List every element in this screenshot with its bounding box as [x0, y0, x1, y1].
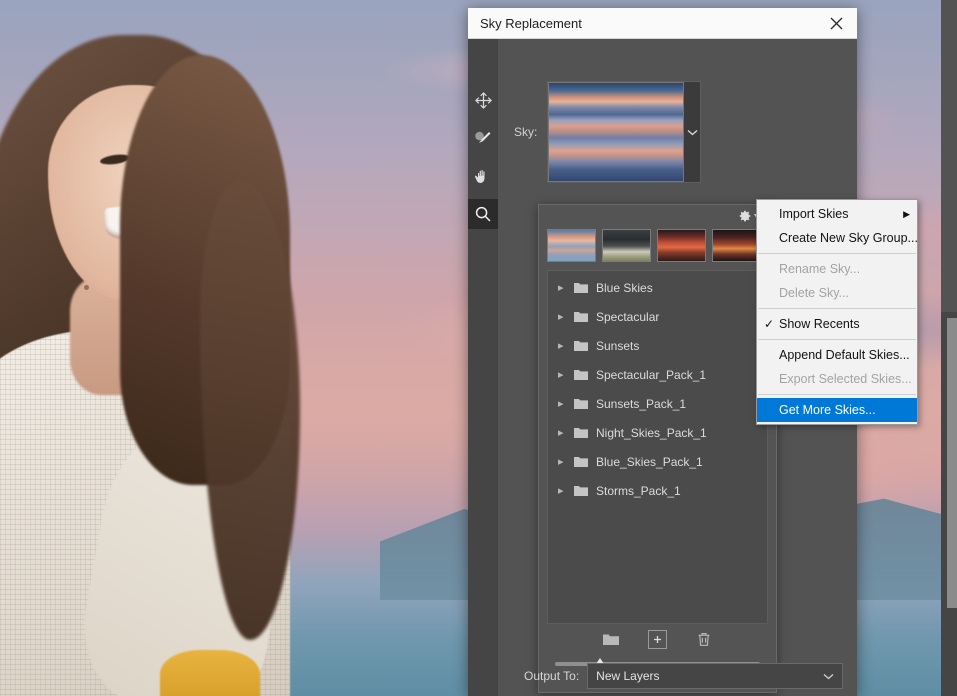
menu-separator — [758, 394, 916, 395]
chevron-right-icon[interactable]: ▸ — [558, 339, 566, 352]
menu-item-label: Create New Sky Group... — [779, 231, 918, 245]
output-to-select[interactable]: New Layers — [587, 663, 843, 689]
chevron-down-icon[interactable] — [684, 82, 701, 182]
menu-item-get-more-skies[interactable]: Get More Skies... — [757, 398, 917, 422]
folder-icon — [574, 486, 588, 496]
sky-thumbnail[interactable] — [548, 82, 685, 182]
plus-box-icon[interactable] — [648, 629, 667, 649]
folder-icon — [574, 283, 588, 293]
folder-label: Blue Skies — [596, 280, 653, 295]
chevron-right-icon[interactable]: ▸ — [558, 426, 566, 439]
recent-thumb-1[interactable] — [547, 229, 596, 262]
folder-icon[interactable] — [600, 628, 622, 650]
folder-icon — [574, 399, 588, 409]
menu-item-label: Show Recents — [779, 317, 860, 331]
chevron-right-icon[interactable]: ▸ — [558, 281, 566, 294]
recent-skies-row — [539, 229, 776, 270]
photoshop-panel-light-sliver — [947, 318, 957, 608]
sky-folder-list: ▸ Blue Skies ▸ Spectacular ▸ Sunsets ▸ S… — [547, 270, 768, 624]
menu-item-label: Delete Sky... — [779, 286, 849, 300]
menu-item-label: Export Selected Skies... — [779, 372, 912, 386]
folder-label: Sunsets_Pack_1 — [596, 396, 687, 411]
list-item[interactable]: ▸ Sunsets — [548, 331, 767, 360]
sky-selector[interactable] — [547, 81, 702, 183]
folder-icon — [574, 341, 588, 351]
list-item[interactable]: ▸ Blue_Skies_Pack_1 — [548, 447, 767, 476]
tool-strip — [468, 39, 498, 696]
folder-label: Blue_Skies_Pack_1 — [596, 454, 703, 469]
chevron-right-icon[interactable]: ▸ — [558, 397, 566, 410]
recent-thumb-3[interactable] — [657, 229, 706, 262]
list-item[interactable]: ▸ Spectacular_Pack_1 — [548, 360, 767, 389]
menu-item-label: Get More Skies... — [779, 403, 876, 417]
folder-label: Sunsets — [596, 338, 640, 353]
sky-picker-context-menu: Import Skies ▶ Create New Sky Group... R… — [756, 199, 918, 425]
folder-icon — [574, 370, 588, 380]
picker-toolbar — [539, 205, 776, 229]
photoshop-panel-top-sliver — [941, 0, 957, 312]
menu-item-show-recents[interactable]: ✓ Show Recents — [757, 312, 917, 336]
brush-tool[interactable] — [468, 123, 498, 153]
recent-thumb-2[interactable] — [602, 229, 651, 262]
output-to-value: New Layers — [596, 669, 660, 683]
dialog-titlebar: Sky Replacement — [468, 8, 857, 39]
folder-icon — [574, 312, 588, 322]
checkmark-icon: ✓ — [764, 317, 775, 331]
chevron-right-icon[interactable]: ▸ — [558, 310, 566, 323]
folder-label: Night_Skies_Pack_1 — [596, 425, 707, 440]
menu-item-delete-sky: Delete Sky... — [757, 281, 917, 305]
submenu-arrow-icon: ▶ — [903, 209, 910, 219]
subject-mole — [84, 285, 89, 290]
sky-label: Sky: — [514, 125, 538, 139]
list-item[interactable]: ▸ Blue Skies — [548, 273, 767, 302]
menu-item-export-selected-skies: Export Selected Skies... — [757, 367, 917, 391]
screen: Sky Replacement Sky: ▸ Blue Skies ▸ Spec… — [0, 0, 957, 696]
recent-thumb-4[interactable] — [712, 229, 761, 262]
menu-item-create-new-sky-group[interactable]: Create New Sky Group... — [757, 226, 918, 250]
dialog-title: Sky Replacement — [480, 15, 582, 31]
menu-separator — [758, 339, 916, 340]
close-icon[interactable] — [821, 10, 851, 36]
trash-icon[interactable] — [693, 628, 715, 650]
menu-item-label: Rename Sky... — [779, 262, 861, 276]
list-item[interactable]: ▸ Night_Skies_Pack_1 — [548, 418, 767, 447]
list-item[interactable]: ▸ Storms_Pack_1 — [548, 476, 767, 505]
move-tool[interactable] — [468, 85, 498, 115]
menu-separator — [758, 308, 916, 309]
sky-picker-popup: ▸ Blue Skies ▸ Spectacular ▸ Sunsets ▸ S… — [538, 204, 777, 693]
list-item[interactable]: ▸ Sunsets_Pack_1 — [548, 389, 767, 418]
picker-footer — [539, 624, 776, 654]
menu-item-label: Import Skies — [779, 207, 849, 221]
output-label: Output To: — [524, 669, 580, 683]
folder-label: Spectacular — [596, 309, 660, 324]
folder-label: Spectacular_Pack_1 — [596, 367, 707, 382]
list-item[interactable]: ▸ Spectacular — [548, 302, 767, 331]
sky-preview-row: Sky: — [514, 81, 702, 183]
chevron-right-icon[interactable]: ▸ — [558, 455, 566, 468]
menu-item-append-default-skies[interactable]: Append Default Skies... — [757, 343, 917, 367]
menu-item-label: Append Default Skies... — [779, 348, 910, 362]
folder-label: Storms_Pack_1 — [596, 483, 681, 498]
menu-separator — [758, 253, 916, 254]
chevron-right-icon[interactable]: ▸ — [558, 484, 566, 497]
output-row: Output To: New Layers — [524, 663, 843, 689]
zoom-tool[interactable] — [468, 199, 498, 229]
folder-icon — [574, 428, 588, 438]
folder-icon — [574, 457, 588, 467]
menu-item-rename-sky: Rename Sky... — [757, 257, 917, 281]
hand-tool[interactable] — [468, 161, 498, 191]
chevron-down-icon — [823, 673, 834, 679]
subject-skirt — [160, 650, 260, 696]
menu-item-import-skies[interactable]: Import Skies ▶ — [757, 202, 917, 226]
chevron-right-icon[interactable]: ▸ — [558, 368, 566, 381]
